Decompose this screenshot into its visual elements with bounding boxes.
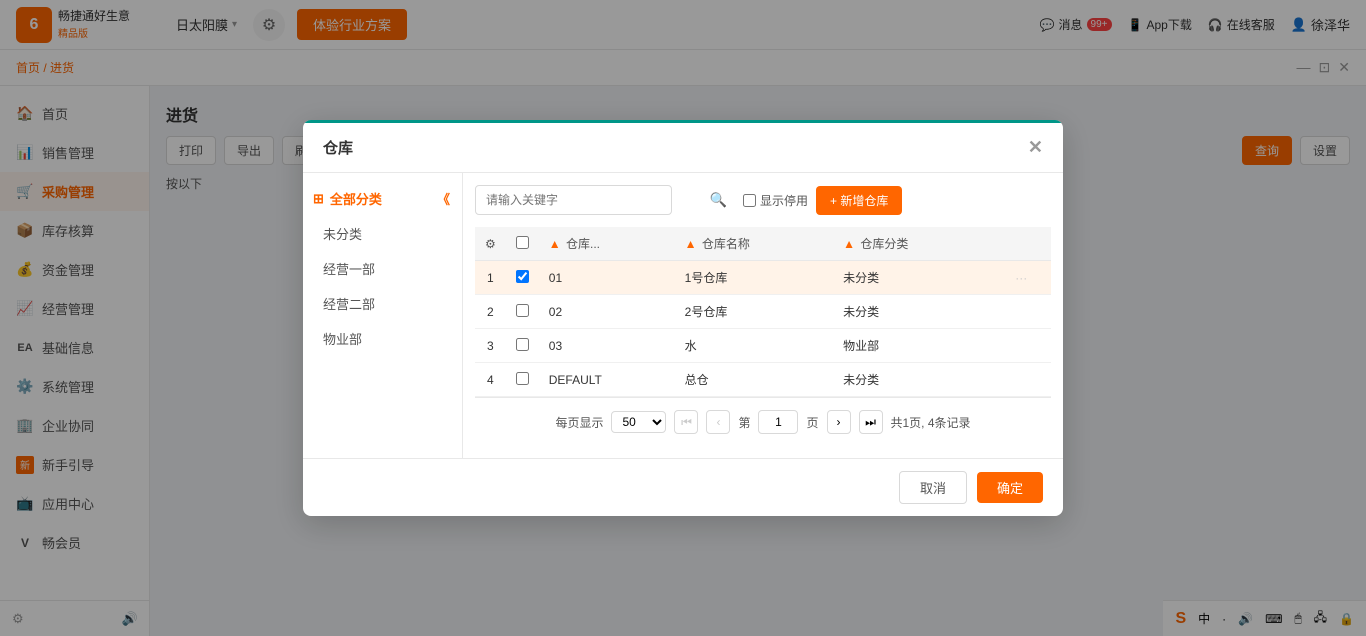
confirm-button[interactable]: 确定	[977, 472, 1043, 503]
category-grid-icon: ⊞	[313, 191, 324, 207]
dialog-title: 仓库	[323, 137, 353, 158]
row-checkbox[interactable]	[516, 270, 529, 283]
dialog-body: ⊞ 全部分类 《 未分类 经营一部 经营二部 物业部 🔍	[303, 173, 1063, 458]
show-disabled-checkbox: 显示停用	[743, 192, 808, 209]
row-checkbox[interactable]	[516, 304, 529, 317]
row-category: 物业部	[833, 329, 991, 363]
category-item-property[interactable]: 物业部	[303, 321, 462, 356]
category-panel: ⊞ 全部分类 《 未分类 经营一部 经营二部 物业部	[303, 173, 463, 458]
col-settings-header[interactable]: ⚙	[475, 227, 506, 261]
row-name: 2号仓库	[675, 295, 833, 329]
page-unit: 页	[806, 414, 818, 431]
row-more[interactable]: ···	[992, 261, 1052, 295]
category-item-ops1[interactable]: 经营一部	[303, 251, 462, 286]
row-name: 总仓	[675, 363, 833, 397]
row-more[interactable]	[992, 329, 1052, 363]
row-checkbox-cell[interactable]	[506, 261, 539, 295]
page-label: 第	[738, 414, 750, 431]
row-code: 01	[539, 261, 675, 295]
col-actions-header	[992, 227, 1052, 261]
search-wrap: 🔍	[475, 185, 735, 215]
row-more[interactable]	[992, 295, 1052, 329]
modal-overlay: 仓库 ✕ ⊞ 全部分类 《 未分类 经营一部 经营二部 物业部	[0, 0, 1366, 636]
col-checkbox-header[interactable]	[506, 227, 539, 261]
dialog-close-btn[interactable]: ✕	[1028, 137, 1043, 158]
col-code-header[interactable]: ▲ 仓库...	[539, 227, 675, 261]
table-body: 1 01 1号仓库 未分类 ··· 2 02 2号仓库 未分类 3 03 水 物…	[475, 261, 1051, 397]
table-row: 4 DEFAULT 总仓 未分类	[475, 363, 1051, 397]
row-checkbox-cell[interactable]	[506, 363, 539, 397]
row-num: 4	[475, 363, 506, 397]
first-page-btn[interactable]: ⏮	[674, 410, 698, 434]
row-category: 未分类	[833, 295, 991, 329]
prev-page-btn[interactable]: ‹	[706, 410, 730, 434]
row-checkbox[interactable]	[516, 338, 529, 351]
all-category-label[interactable]: 全部分类	[330, 189, 382, 208]
warehouse-table: ⚙ ▲ 仓库... ▲ 仓库名称	[475, 227, 1051, 397]
add-warehouse-btn[interactable]: + 新增仓库	[816, 186, 902, 215]
row-checkbox-cell[interactable]	[506, 329, 539, 363]
row-checkbox-cell[interactable]	[506, 295, 539, 329]
table-row: 3 03 水 物业部	[475, 329, 1051, 363]
table-panel: 🔍 显示停用 + 新增仓库 ⚙	[463, 173, 1063, 458]
row-name: 1号仓库	[675, 261, 833, 295]
table-header-row: ⚙ ▲ 仓库... ▲ 仓库名称	[475, 227, 1051, 261]
dialog-footer: 取消 确定	[303, 458, 1063, 516]
col-name-header[interactable]: ▲ 仓库名称	[675, 227, 833, 261]
row-num: 1	[475, 261, 506, 295]
row-name: 水	[675, 329, 833, 363]
row-num: 2	[475, 295, 506, 329]
row-checkbox[interactable]	[516, 372, 529, 385]
category-item-unclassified[interactable]: 未分类	[303, 216, 462, 251]
show-disabled-label: 显示停用	[760, 192, 808, 209]
page-number-input[interactable]	[758, 410, 798, 434]
sort-icon-cat: ▲	[843, 237, 855, 251]
cancel-button[interactable]: 取消	[899, 471, 967, 504]
total-info: 共1页, 4条记录	[891, 414, 971, 431]
category-item-ops2[interactable]: 经营二部	[303, 286, 462, 321]
table-toolbar: 🔍 显示停用 + 新增仓库	[475, 185, 1051, 215]
warehouse-dialog: 仓库 ✕ ⊞ 全部分类 《 未分类 经营一部 经营二部 物业部	[303, 120, 1063, 516]
per-page-select[interactable]: 50 20 100	[611, 411, 666, 433]
category-header: ⊞ 全部分类 《	[303, 181, 462, 216]
dialog-header: 仓库 ✕	[303, 123, 1063, 173]
search-icon[interactable]: 🔍	[710, 192, 727, 209]
next-page-btn[interactable]: ›	[827, 410, 851, 434]
row-category: 未分类	[833, 363, 991, 397]
search-input[interactable]	[475, 185, 672, 215]
row-category: 未分类	[833, 261, 991, 295]
row-code: 02	[539, 295, 675, 329]
select-all-checkbox[interactable]	[516, 236, 529, 249]
settings-icon: ⚙	[485, 237, 496, 251]
collapse-icon[interactable]: 《	[437, 189, 450, 208]
table-row: 2 02 2号仓库 未分类	[475, 295, 1051, 329]
row-more[interactable]	[992, 363, 1052, 397]
per-page-label: 每页显示	[555, 414, 603, 431]
row-num: 3	[475, 329, 506, 363]
last-page-btn[interactable]: ⏭	[859, 410, 883, 434]
show-disabled-check[interactable]	[743, 194, 756, 207]
table-row: 1 01 1号仓库 未分类 ···	[475, 261, 1051, 295]
row-code: DEFAULT	[539, 363, 675, 397]
col-category-header[interactable]: ▲ 仓库分类	[833, 227, 991, 261]
pagination: 每页显示 50 20 100 ⏮ ‹ 第 页 › ⏭ 共1页, 4条记录	[475, 397, 1051, 446]
row-code: 03	[539, 329, 675, 363]
sort-icon: ▲	[549, 237, 561, 251]
sort-icon-name: ▲	[685, 237, 697, 251]
